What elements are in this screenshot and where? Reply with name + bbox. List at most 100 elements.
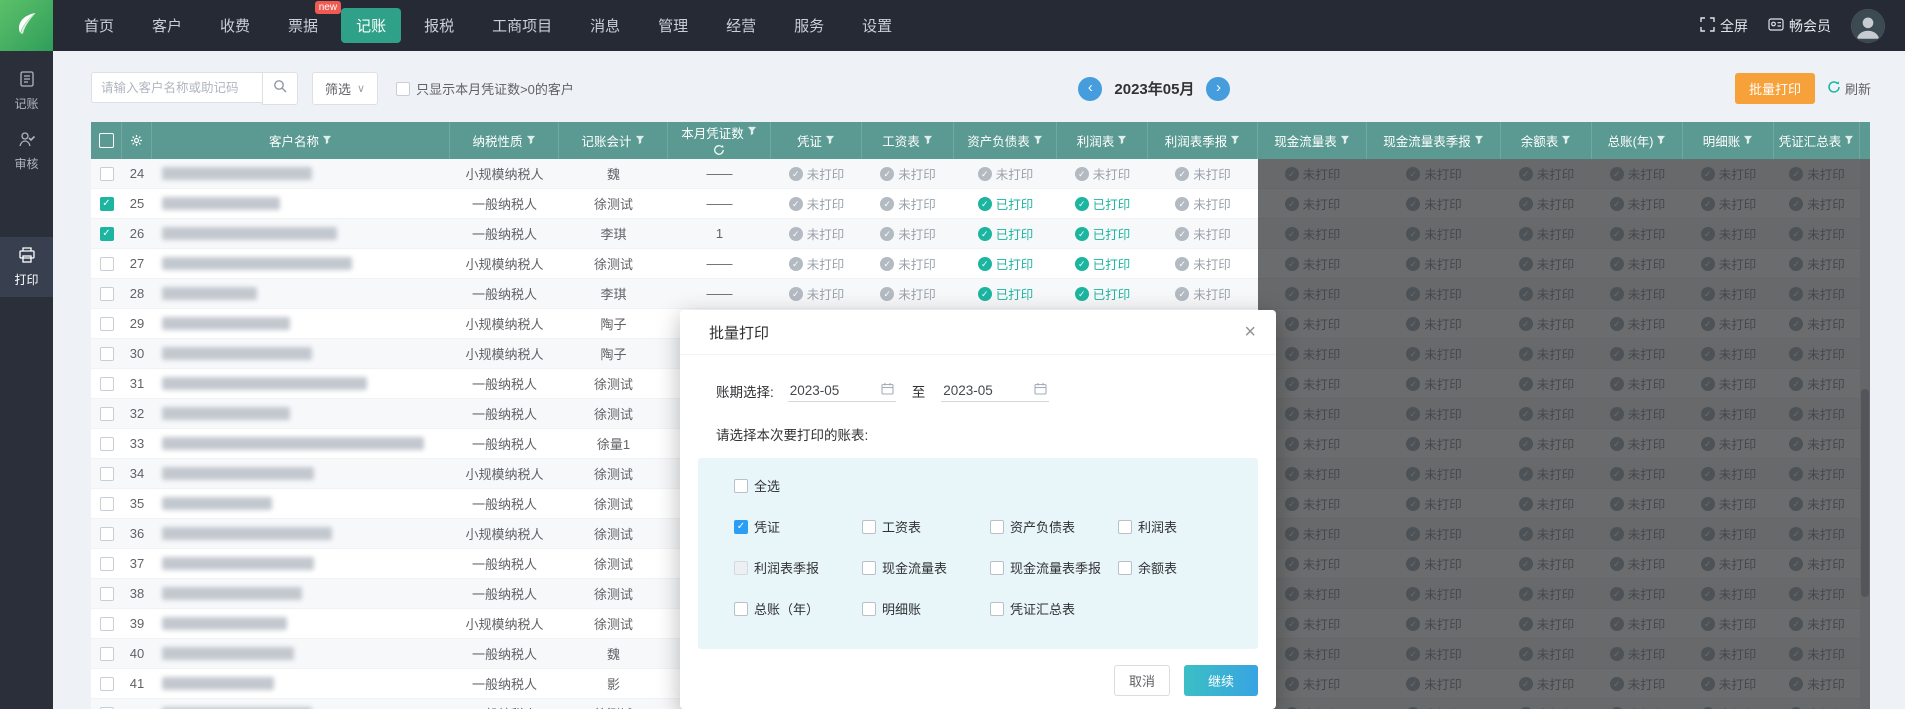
row-checkbox[interactable] (91, 639, 122, 668)
row-checkbox[interactable] (91, 549, 122, 578)
filter-funnel-icon[interactable] (747, 125, 757, 139)
checkbox-box (99, 646, 114, 661)
fullscreen-button[interactable]: 全屏 (1700, 16, 1748, 36)
batch-print-button[interactable]: 批量打印 (1734, 73, 1815, 104)
nav-item-8[interactable]: 管理 (643, 8, 703, 43)
filter-funnel-icon[interactable] (1656, 134, 1666, 148)
sidebar-item-0[interactable]: 记账 (0, 61, 53, 121)
column-header[interactable]: 纳税性质 (450, 122, 559, 159)
column-header[interactable]: 凭证汇总表 (1774, 122, 1860, 159)
row-checkbox[interactable] (91, 669, 122, 698)
column-header[interactable]: 记账会计 (559, 122, 668, 159)
filter-funnel-icon[interactable] (1033, 134, 1043, 148)
row-checkbox[interactable] (91, 429, 122, 458)
filter-funnel-icon[interactable] (1844, 134, 1854, 148)
customer-search-input[interactable] (91, 72, 262, 103)
filter-funnel-icon[interactable] (1743, 134, 1753, 148)
column-settings-icon[interactable] (122, 122, 152, 159)
status-label: 未打印 (1193, 198, 1231, 212)
report-option-9[interactable]: 明细账 (862, 599, 990, 618)
nav-item-3[interactable]: 票据 new (273, 1, 342, 43)
only-with-vouchers-checkbox[interactable]: 只显示本月凭证数>0的客户 (396, 79, 574, 98)
nav-item-11[interactable]: 设置 (847, 8, 907, 43)
filter-funnel-icon[interactable] (322, 134, 332, 148)
row-checkbox[interactable] (91, 609, 122, 638)
row-checkbox[interactable] (91, 339, 122, 368)
report-option-4[interactable]: 利润表季报 (734, 558, 862, 577)
filter-funnel-icon[interactable] (923, 134, 933, 148)
close-icon[interactable]: × (1244, 322, 1256, 342)
nav-item-5[interactable]: 报税 (409, 8, 469, 43)
column-header[interactable]: 工资表 (862, 122, 954, 159)
next-month-button[interactable]: › (1206, 76, 1231, 101)
row-checkbox[interactable] (91, 579, 122, 608)
column-header[interactable]: 客户名称 (152, 122, 450, 159)
column-header[interactable]: 余额表 (1501, 122, 1592, 159)
sidebar-item-2[interactable]: 打印 (0, 237, 53, 297)
filter-funnel-icon[interactable] (1230, 134, 1240, 148)
report-option-7[interactable]: 余额表 (1118, 558, 1246, 577)
nav-item-4[interactable]: 记账 (341, 8, 402, 43)
nav-item-2[interactable]: 收费 (205, 8, 265, 43)
select-all-rows-checkbox[interactable] (91, 122, 122, 159)
filter-dropdown[interactable]: 筛选 ∨ (312, 72, 379, 105)
column-header[interactable]: 本月凭证数 (668, 122, 771, 159)
report-option-5[interactable]: 现金流量表 (862, 558, 990, 577)
row-checkbox[interactable] (91, 369, 122, 398)
status-circle-icon: ✓ (1175, 166, 1190, 181)
column-header[interactable]: 现金流量表季报 (1367, 122, 1501, 159)
filter-funnel-icon[interactable] (1117, 134, 1127, 148)
column-header[interactable]: 利润表季报 (1148, 122, 1258, 159)
row-checkbox[interactable] (91, 519, 122, 548)
nav-item-10[interactable]: 服务 (779, 8, 839, 43)
toolbar: 筛选 ∨ 只显示本月凭证数>0的客户 ‹ 2023年05月 › 批量打印 刷新 (91, 72, 1871, 105)
report-option-0[interactable]: 凭证 (734, 517, 862, 536)
row-checkbox[interactable] (91, 399, 122, 428)
refresh-button[interactable]: 刷新 (1827, 79, 1871, 98)
report-option-6[interactable]: 现金流量表季报 (990, 558, 1118, 577)
report-option-10[interactable]: 凭证汇总表 (990, 599, 1118, 618)
column-header[interactable]: 现金流量表 (1258, 122, 1367, 159)
report-option-3[interactable]: 利润表 (1118, 517, 1246, 536)
nav-item-1[interactable]: 客户 (137, 8, 197, 43)
row-checkbox[interactable] (91, 159, 122, 188)
row-checkbox[interactable] (91, 699, 122, 709)
column-header[interactable]: 凭证 (771, 122, 862, 159)
cancel-button[interactable]: 取消 (1114, 665, 1170, 696)
column-header[interactable]: 总账(年) (1592, 122, 1683, 159)
nav-item-6[interactable]: 工商项目 (477, 8, 567, 43)
period-from-input[interactable]: 2023-05 (787, 379, 896, 402)
column-header[interactable]: 明细账 (1683, 122, 1774, 159)
row-checkbox[interactable] (91, 459, 122, 488)
refresh-count-icon[interactable] (713, 144, 725, 159)
row-checkbox[interactable] (91, 279, 122, 308)
column-header[interactable]: 利润表 (1057, 122, 1148, 159)
filter-funnel-icon[interactable] (635, 134, 645, 148)
report-option-2[interactable]: 资产负债表 (990, 517, 1118, 536)
nav-item-9[interactable]: 经营 (711, 8, 771, 43)
report-option-8[interactable]: 总账（年） (734, 599, 862, 618)
filter-funnel-icon[interactable] (1474, 134, 1484, 148)
continue-button[interactable]: 继续 (1184, 665, 1258, 696)
row-checkbox[interactable] (91, 249, 122, 278)
filter-funnel-icon[interactable] (526, 134, 536, 148)
column-header[interactable]: 资产负债表 (954, 122, 1057, 159)
report-option-1[interactable]: 工资表 (862, 517, 990, 536)
period-to-input[interactable]: 2023-05 (941, 379, 1050, 402)
member-button[interactable]: 畅会员 (1768, 16, 1831, 36)
sidebar-item-1[interactable]: 审核 (0, 121, 53, 181)
row-checkbox[interactable] (91, 309, 122, 338)
filter-funnel-icon[interactable] (1340, 134, 1350, 148)
app-logo[interactable] (0, 0, 53, 51)
nav-item-7[interactable]: 消息 (575, 8, 635, 43)
row-checkbox[interactable] (91, 189, 122, 218)
search-button[interactable] (262, 72, 298, 105)
row-checkbox[interactable] (91, 489, 122, 518)
prev-month-button[interactable]: ‹ (1078, 76, 1103, 101)
user-avatar[interactable] (1851, 8, 1885, 43)
nav-item-0[interactable]: 首页 (69, 8, 129, 43)
row-checkbox[interactable] (91, 219, 122, 248)
filter-funnel-icon[interactable] (825, 134, 835, 148)
filter-funnel-icon[interactable] (1561, 134, 1571, 148)
select-all-checkbox[interactable]: 全选 (734, 476, 1258, 495)
